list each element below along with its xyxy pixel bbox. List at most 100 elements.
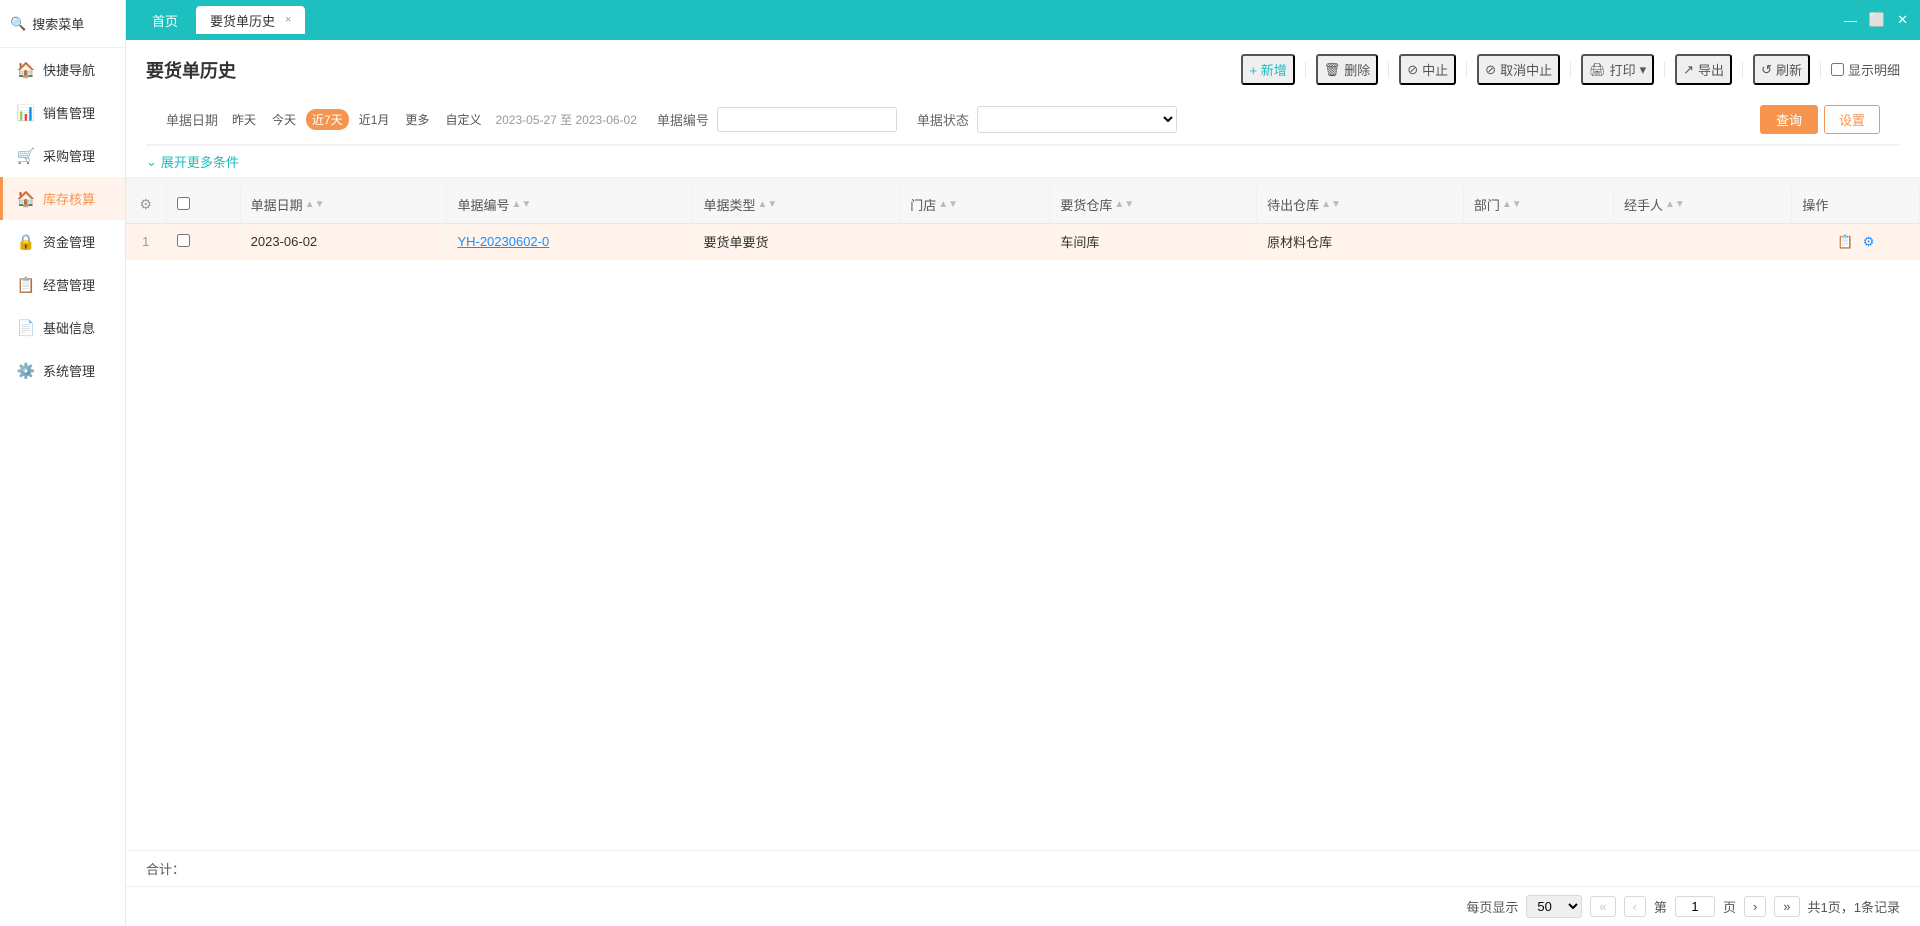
cell-dept xyxy=(1463,224,1613,260)
sidebar-item-operation[interactable]: 📋经营管理 xyxy=(0,263,125,306)
print-label: 打印 xyxy=(1610,60,1636,79)
next-page-btn[interactable]: › xyxy=(1744,896,1766,917)
divider3 xyxy=(1466,62,1467,78)
query-button[interactable]: 查询 xyxy=(1760,105,1818,134)
order-no-link[interactable]: YH-20230602-0 xyxy=(457,234,549,249)
sidebar-search-label: 搜索菜单 xyxy=(32,14,84,33)
cell-order-no: YH-20230602-0 xyxy=(447,224,693,260)
col-source-wh: 要货仓库▲▼ xyxy=(1050,186,1257,224)
date-shortcut-更多[interactable]: 更多 xyxy=(399,109,435,130)
cell-checkbox xyxy=(166,224,240,260)
display-detail-checkbox[interactable] xyxy=(1831,63,1844,76)
sidebar-item-sales[interactable]: 📊销售管理 xyxy=(0,91,125,134)
table-header-row: ⚙ 单据日期▲▼ 单据编号▲▼ 单据类型▲▼ 门店▲▼ 要货仓库▲▼ 待出仓库▲… xyxy=(126,186,1920,224)
refresh-label: 刷新 xyxy=(1776,60,1802,79)
order-no-input[interactable] xyxy=(717,107,897,132)
window-maximize[interactable]: ⬜ xyxy=(1869,12,1885,28)
print-chevron-icon: ▾ xyxy=(1640,62,1647,78)
col-settings: ⚙ xyxy=(126,186,166,224)
total-info: 共1页，1条记录 xyxy=(1808,897,1900,916)
sidebar-item-inventory[interactable]: 🏠 库存核算 xyxy=(0,177,125,220)
col-checkbox xyxy=(166,186,240,224)
status-label: 单据状态 xyxy=(917,110,969,129)
last-page-btn[interactable]: » xyxy=(1774,896,1799,917)
table-footer: 合计： xyxy=(126,850,1920,886)
date-shortcut-今天[interactable]: 今天 xyxy=(266,109,302,130)
window-close[interactable]: ✕ xyxy=(1897,12,1908,28)
settings-button[interactable]: 设置 xyxy=(1824,105,1880,134)
expand-more-row: ⌄ 展开更多条件 xyxy=(146,145,1900,177)
sidebar-item-system[interactable]: ⚙️系统管理 xyxy=(0,349,125,392)
cancel-stop-button[interactable]: ⊘ 取消中止 xyxy=(1477,54,1560,85)
order-no-filter-group: 单据编号 xyxy=(657,107,897,132)
handler-sort-icon: ▲▼ xyxy=(1665,200,1685,210)
orderno-sort-icon: ▲▼ xyxy=(511,200,531,210)
page-number-input[interactable] xyxy=(1675,896,1715,917)
per-page-select[interactable]: 102050100 xyxy=(1526,895,1582,918)
sidebar-item-finance[interactable]: 🔒资金管理 xyxy=(0,220,125,263)
row-edit-icon[interactable]: 📋 xyxy=(1837,234,1853,249)
export-icon: ↗ xyxy=(1683,62,1694,78)
expand-more-label: 展开更多条件 xyxy=(161,152,239,171)
prev-page-icon: ‹ xyxy=(1633,899,1637,914)
sidebar-item-purchase[interactable]: 🛒采购管理 xyxy=(0,134,125,177)
divider4 xyxy=(1570,62,1571,78)
sidebar-label-finance: 资金管理 xyxy=(43,232,95,251)
display-detail-toggle[interactable]: 显示明细 xyxy=(1831,60,1900,79)
sidebar-label-sales: 销售管理 xyxy=(43,103,95,122)
tab-close-icon[interactable]: × xyxy=(285,14,291,26)
col-settings-icon[interactable]: ⚙ xyxy=(139,196,152,212)
tab-home[interactable]: 首页 xyxy=(138,6,192,34)
col-date: 单据日期▲▼ xyxy=(240,186,447,224)
page-unit: 页 xyxy=(1723,897,1736,916)
status-filter-group: 单据状态 xyxy=(917,106,1177,133)
row-more-icon[interactable]: ⚙ xyxy=(1863,234,1875,249)
first-page-icon: « xyxy=(1599,899,1606,914)
select-all-checkbox[interactable] xyxy=(177,197,190,210)
refresh-button[interactable]: ↺ 刷新 xyxy=(1753,54,1810,85)
last-page-icon: » xyxy=(1783,899,1790,914)
row-checkbox[interactable] xyxy=(177,234,190,247)
cancel-stop-label: 取消中止 xyxy=(1500,60,1552,79)
sidebar-item-quick-nav[interactable]: 🏠快捷导航 xyxy=(0,48,125,91)
prev-page-btn[interactable]: ‹ xyxy=(1624,896,1646,917)
targetwh-sort-icon: ▲▼ xyxy=(1321,200,1341,210)
date-range-display: 2023-05-27 至 2023-06-02 xyxy=(495,111,636,128)
cancel-stop-icon: ⊘ xyxy=(1485,62,1496,78)
next-page-icon: › xyxy=(1753,899,1757,914)
first-page-btn[interactable]: « xyxy=(1590,896,1615,917)
divider7 xyxy=(1820,62,1821,78)
sidebar-label-inventory: 库存核算 xyxy=(43,189,95,208)
purchase-icon: 🛒 xyxy=(17,147,35,165)
page-header: 要货单历史 + 新增 🗑 删除 ⊘ 中止 xyxy=(126,40,1920,178)
export-button[interactable]: ↗ 导出 xyxy=(1675,54,1732,85)
sidebar-search[interactable]: 🔍 搜索菜单 xyxy=(0,0,125,48)
sourcewh-sort-icon: ▲▼ xyxy=(1114,200,1134,210)
delete-button[interactable]: 🗑 删除 xyxy=(1316,54,1379,85)
inventory-icon: 🏠 xyxy=(17,190,35,208)
print-button[interactable]: 🖨 打印 ▾ xyxy=(1581,54,1654,85)
toolbar: + 新增 🗑 删除 ⊘ 中止 ⊘ 取消中止 xyxy=(1241,54,1900,85)
expand-more-btn[interactable]: ⌄ 展开更多条件 xyxy=(146,152,1900,171)
tab-current[interactable]: 要货单历史 × xyxy=(196,6,305,34)
sidebar-item-basic[interactable]: 📄基础信息 xyxy=(0,306,125,349)
col-order-no: 单据编号▲▼ xyxy=(447,186,693,224)
date-sort-icon: ▲▼ xyxy=(305,200,325,210)
window-minimize[interactable]: — xyxy=(1844,13,1857,28)
status-select[interactable] xyxy=(977,106,1177,133)
table-row[interactable]: 1 2023-06-02 YH-20230602-0 要货单要货 车间库 原材料… xyxy=(126,224,1920,260)
divider1 xyxy=(1305,62,1306,78)
date-shortcut-近7天[interactable]: 近7天 xyxy=(306,109,349,130)
table-container: ⚙ 单据日期▲▼ 单据编号▲▼ 单据类型▲▼ 门店▲▼ 要货仓库▲▼ 待出仓库▲… xyxy=(126,186,1920,850)
stop-button[interactable]: ⊘ 中止 xyxy=(1399,54,1456,85)
basic-icon: 📄 xyxy=(17,319,35,337)
dept-sort-icon: ▲▼ xyxy=(1502,200,1522,210)
date-shortcut-近1月[interactable]: 近1月 xyxy=(353,109,396,130)
add-button[interactable]: + 新增 xyxy=(1241,54,1294,85)
date-shortcut-昨天[interactable]: 昨天 xyxy=(226,109,262,130)
cell-num: 1 xyxy=(126,224,166,260)
content-area: 要货单历史 + 新增 🗑 删除 ⊘ 中止 xyxy=(126,40,1920,926)
add-label: + 新增 xyxy=(1249,60,1286,79)
cell-actions: 📋 ⚙ xyxy=(1792,224,1920,260)
date-shortcut-自定义[interactable]: 自定义 xyxy=(439,109,487,130)
